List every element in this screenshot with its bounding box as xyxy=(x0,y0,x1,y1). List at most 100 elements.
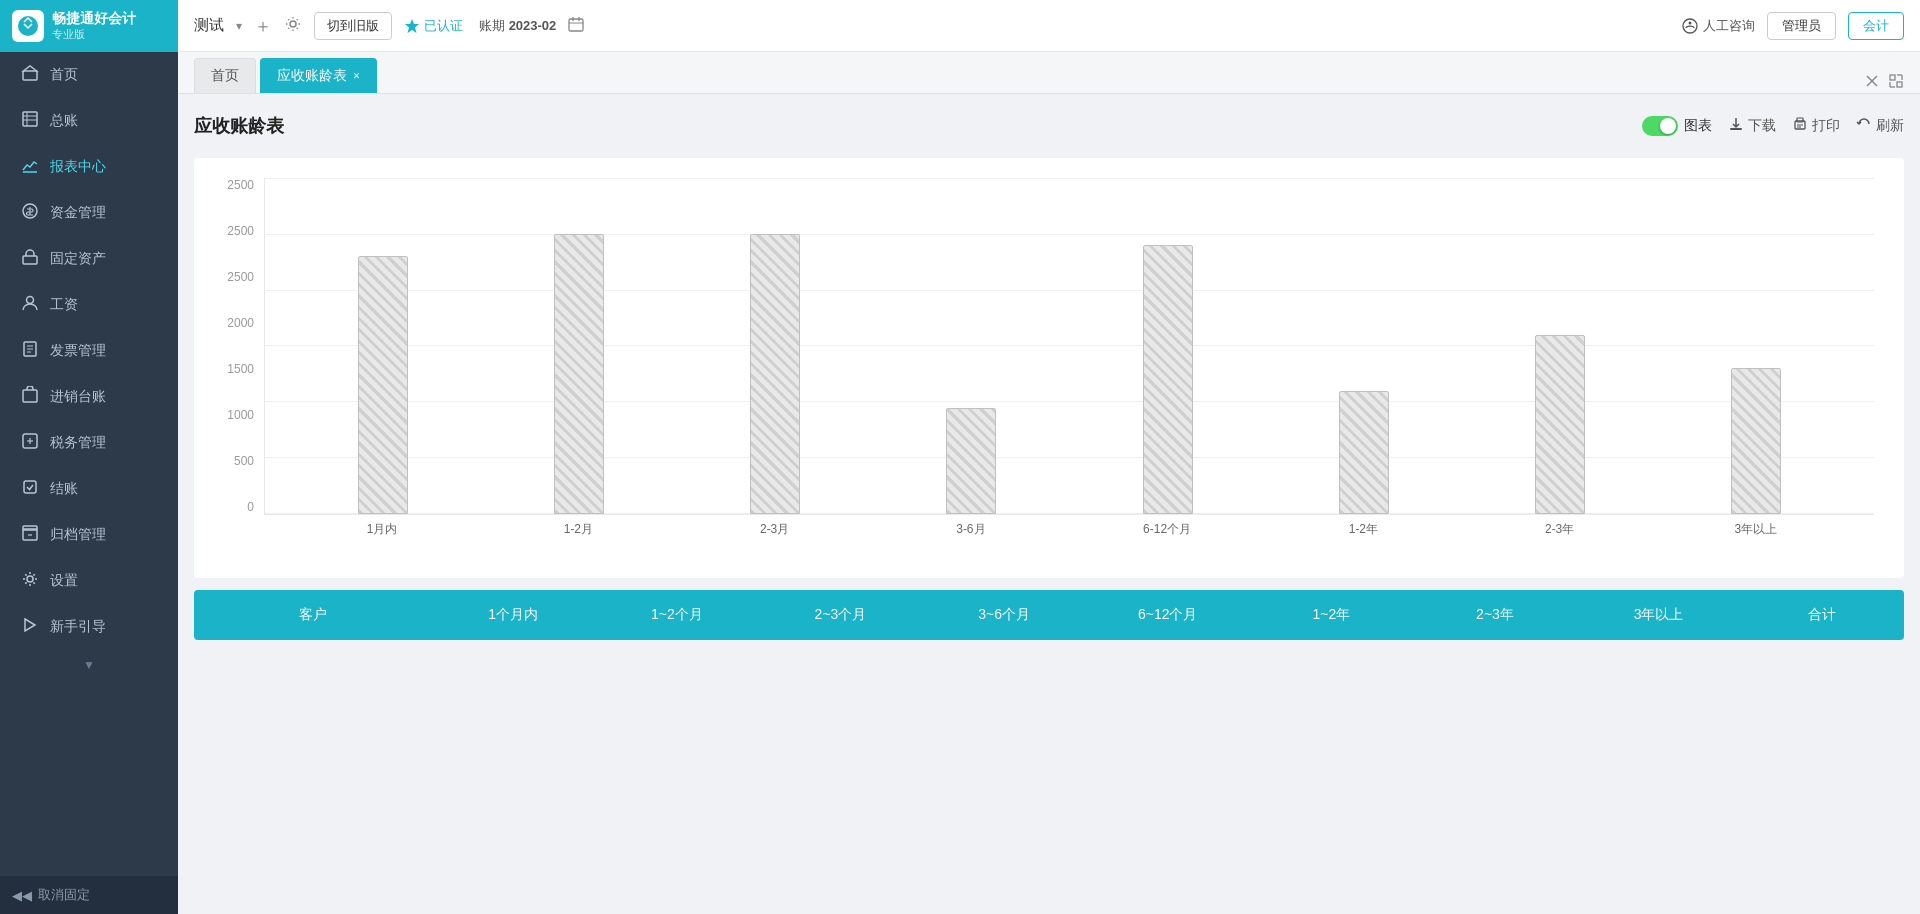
table-header-cell-6: 1~2年 xyxy=(1250,590,1414,640)
company-name: 测试 xyxy=(194,16,224,35)
tab-home[interactable]: 首页 xyxy=(194,58,256,93)
print-btn[interactable]: 打印 xyxy=(1792,116,1840,136)
chart-bar-group xyxy=(1535,178,1585,514)
table-header-cell-9: 合计 xyxy=(1740,590,1904,640)
sidebar-logo: 畅捷通好会计 专业版 xyxy=(0,0,178,52)
role-btn[interactable]: 会计 xyxy=(1848,12,1904,40)
purchase-label: 进销台账 xyxy=(50,388,106,406)
tabs-right-actions xyxy=(1864,73,1904,93)
tabs-bar: 首页 应收账龄表 × xyxy=(178,52,1920,94)
capital-label: 资金管理 xyxy=(50,204,106,222)
sidebar-item-invoice[interactable]: 发票管理 xyxy=(0,328,178,374)
add-button[interactable]: ＋ xyxy=(254,14,272,38)
sidebar-item-archive[interactable]: 归档管理 xyxy=(0,512,178,558)
guide-icon xyxy=(20,616,40,638)
tab-close-icon[interactable]: × xyxy=(353,69,360,83)
cancel-fixed-btn[interactable]: ◀◀ 取消固定 xyxy=(0,876,178,914)
y-label-2000: 2000 xyxy=(227,316,254,330)
sidebar-item-assets[interactable]: 固定资产 xyxy=(0,236,178,282)
chart-bars xyxy=(265,178,1874,514)
refresh-label: 刷新 xyxy=(1876,117,1904,135)
y-label-500: 500 xyxy=(234,454,254,468)
cancel-fixed-label: 取消固定 xyxy=(38,886,90,904)
sidebar-item-ledger[interactable]: 总账 xyxy=(0,98,178,144)
settings-button[interactable] xyxy=(284,15,302,37)
sidebar-item-settings[interactable]: 设置 xyxy=(0,558,178,604)
chart-x-labels: 1月内1-2月2-3月3-6月6-12个月1-2年2-3年3年以上 xyxy=(264,515,1874,538)
chart-bar-6 xyxy=(1535,335,1585,514)
salary-label: 工资 xyxy=(50,296,78,314)
closing-icon xyxy=(20,478,40,500)
chart-bar-1 xyxy=(554,234,604,514)
switch-old-version-btn[interactable]: 切到旧版 xyxy=(314,12,392,40)
svg-rect-20 xyxy=(23,526,37,530)
pin-icon: ◀◀ xyxy=(12,888,32,903)
home-label: 首页 xyxy=(50,66,78,84)
svg-rect-33 xyxy=(1890,75,1895,80)
tax-icon xyxy=(20,432,40,454)
tab-receivable-label: 应收账龄表 xyxy=(277,67,347,85)
svg-point-24 xyxy=(290,21,296,27)
chart-bar-7 xyxy=(1731,368,1781,514)
sidebar: 畅捷通好会计 专业版 首页 总 xyxy=(0,0,178,914)
sidebar-item-closing[interactable]: 结账 xyxy=(0,466,178,512)
tab-expand-btn[interactable] xyxy=(1888,73,1904,93)
period-label: 账期 2023-02 xyxy=(479,17,556,35)
salary-icon xyxy=(20,294,40,316)
svg-marker-23 xyxy=(25,619,35,631)
svg-point-9 xyxy=(27,297,34,304)
sidebar-item-home[interactable]: 首页 xyxy=(0,52,178,98)
chart-y-axis: 2500 2500 2500 2000 1500 1000 500 0 xyxy=(214,178,264,538)
toggle-knob xyxy=(1660,118,1676,134)
chart-toggle[interactable]: 图表 xyxy=(1642,116,1712,136)
table-header-cell-5: 6~12个月 xyxy=(1086,590,1250,640)
guide-label: 新手引导 xyxy=(50,618,106,636)
svg-rect-39 xyxy=(1730,128,1742,130)
sidebar-item-purchase[interactable]: 进销台账 xyxy=(0,374,178,420)
chart-x-label-0: 1月内 xyxy=(357,521,407,538)
tab-home-label: 首页 xyxy=(211,67,239,85)
table-header-cell-7: 2~3年 xyxy=(1413,590,1577,640)
reports-icon xyxy=(20,156,40,178)
y-label-0: 0 xyxy=(247,500,254,514)
closing-label: 结账 xyxy=(50,480,78,498)
user-btn[interactable]: 管理员 xyxy=(1767,12,1836,40)
chart-bar-group xyxy=(358,178,408,514)
sidebar-logo-text: 畅捷通好会计 专业版 xyxy=(52,10,136,42)
topbar: 测试 ▾ ＋ 切到旧版 已认证 账期 2023-02 xyxy=(178,0,1920,52)
svg-rect-8 xyxy=(23,256,37,264)
svg-rect-14 xyxy=(23,390,37,402)
tab-receivable[interactable]: 应收账龄表 × xyxy=(260,58,377,93)
certified-badge: 已认证 xyxy=(404,17,463,35)
download-btn[interactable]: 下载 xyxy=(1728,116,1776,136)
tax-label: 税务管理 xyxy=(50,434,106,452)
chart-bar-group xyxy=(1731,178,1781,514)
chart-bar-2 xyxy=(750,234,800,514)
sidebar-item-capital[interactable]: 资金管理 xyxy=(0,190,178,236)
sidebar-item-salary[interactable]: 工资 xyxy=(0,282,178,328)
invoice-icon xyxy=(20,340,40,362)
svg-rect-34 xyxy=(1897,82,1902,87)
chart-x-label-3: 3-6月 xyxy=(946,521,996,538)
ledger-icon xyxy=(20,110,40,132)
calendar-icon[interactable] xyxy=(568,16,584,35)
svg-rect-1 xyxy=(23,71,37,80)
sidebar-item-reports[interactable]: 报表中心 xyxy=(0,144,178,190)
y-label-1500: 1500 xyxy=(227,362,254,376)
svg-rect-41 xyxy=(1797,118,1803,122)
table-header-cell-0: 客户 xyxy=(194,590,431,640)
refresh-btn[interactable]: 刷新 xyxy=(1856,116,1904,136)
chart-bar-4 xyxy=(1143,245,1193,514)
sidebar-item-guide[interactable]: 新手引导 xyxy=(0,604,178,650)
page-title: 应收账龄表 xyxy=(194,114,284,138)
company-dropdown-icon[interactable]: ▾ xyxy=(236,19,242,33)
main-content: 测试 ▾ ＋ 切到旧版 已认证 账期 2023-02 xyxy=(178,0,1920,914)
sidebar-nav: 首页 总账 报表中心 xyxy=(0,52,178,876)
archive-label: 归档管理 xyxy=(50,526,106,544)
chart-bar-3 xyxy=(946,408,996,514)
sidebar-item-tax[interactable]: 税务管理 xyxy=(0,420,178,466)
tab-close-btn[interactable] xyxy=(1864,73,1880,93)
table-header: 客户1个月内1~2个月2~3个月3~6个月6~12个月1~2年2~3年3年以上合… xyxy=(194,590,1904,640)
toggle-switch[interactable] xyxy=(1642,116,1678,136)
service-btn[interactable]: 人工咨询 xyxy=(1681,17,1755,35)
